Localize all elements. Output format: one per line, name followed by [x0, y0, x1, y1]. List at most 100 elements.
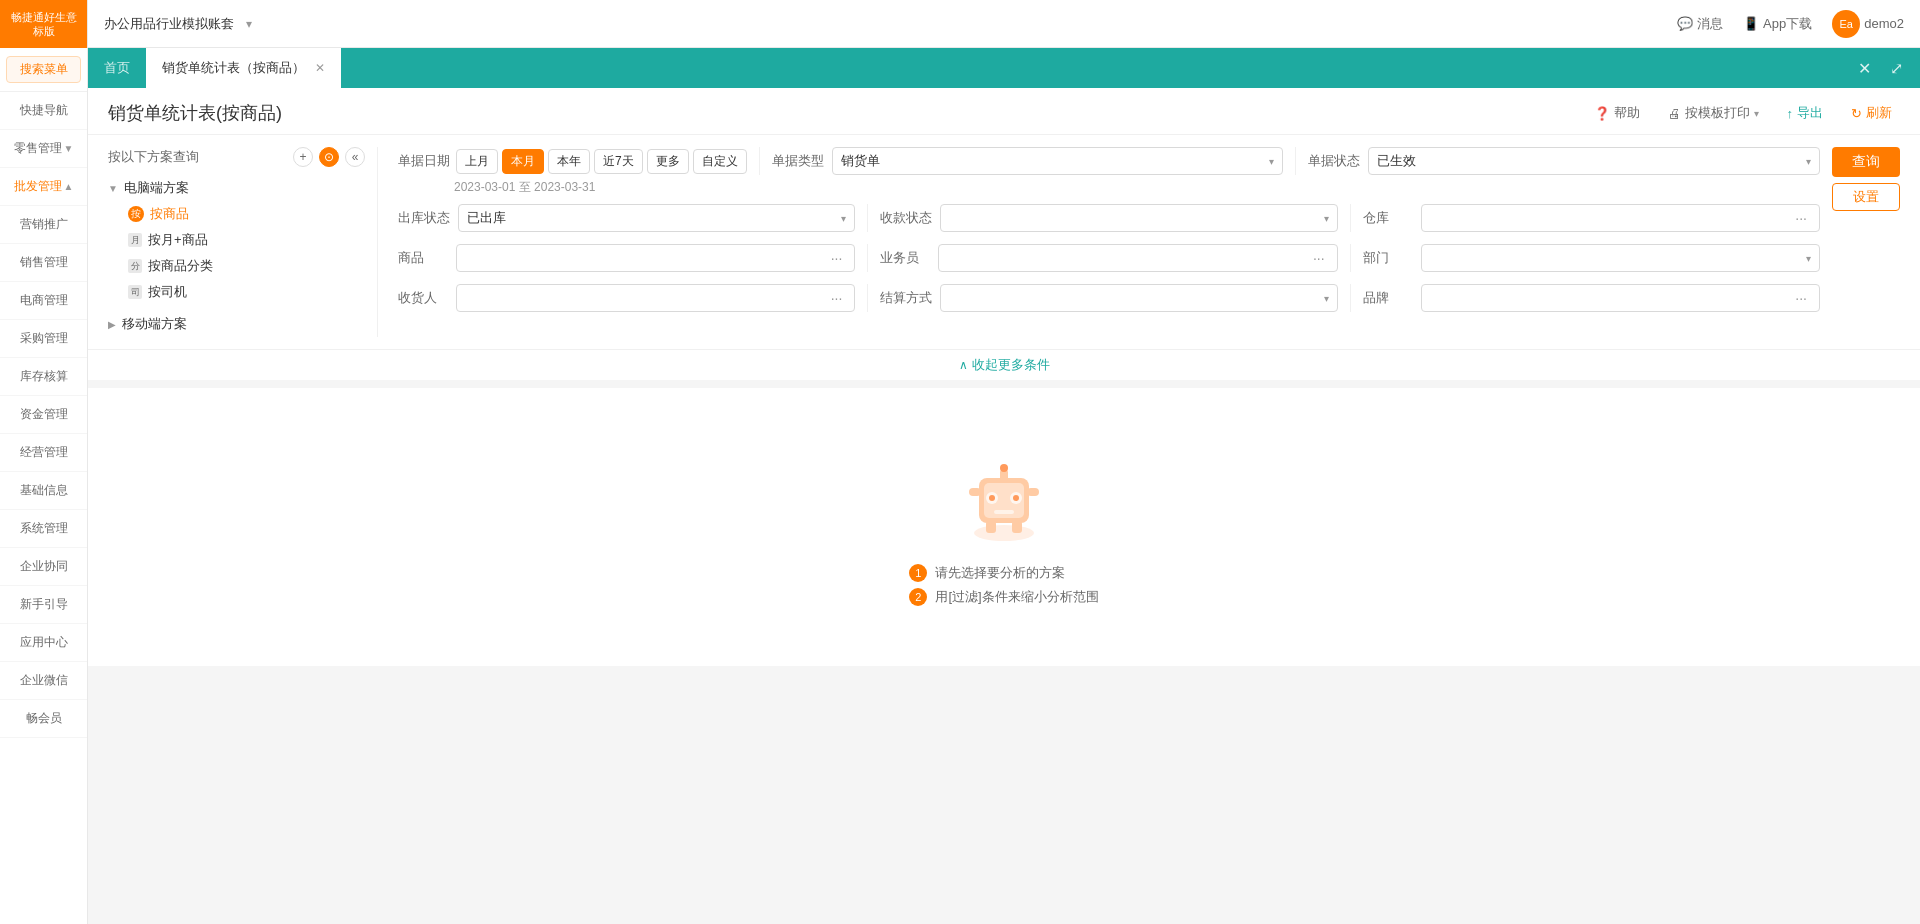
- sidebar-item-basic[interactable]: 基础信息: [0, 472, 87, 510]
- divider-2: [1295, 147, 1296, 175]
- sidebar-item-system[interactable]: 系统管理: [0, 510, 87, 548]
- tab-home-label: 首页: [104, 59, 130, 77]
- edit-scheme-btn[interactable]: ⊙: [319, 147, 339, 167]
- payment-status-select[interactable]: ▾: [940, 204, 1337, 232]
- sidebar-item-wholesale[interactable]: 批发管理▲: [0, 168, 87, 206]
- date-btn-this-year[interactable]: 本年: [548, 149, 590, 174]
- sidebar-item-purchase[interactable]: 采购管理: [0, 320, 87, 358]
- print-icon: 🖨: [1668, 106, 1681, 121]
- print-btn[interactable]: 🖨 按模板打印 ▾: [1660, 100, 1767, 126]
- refresh-btn[interactable]: ↻ 刷新: [1843, 100, 1900, 126]
- date-btn-last-month[interactable]: 上月: [456, 149, 498, 174]
- sidebar: 畅捷通好生意 标版 搜索菜单 快捷导航 零售管理▼ 批发管理▲ 营销推广 销售管…: [0, 0, 88, 924]
- search-menu-button[interactable]: 搜索菜单: [6, 56, 81, 83]
- tab-expand-btn[interactable]: ⤢: [1884, 56, 1908, 80]
- date-btn-7days[interactable]: 近7天: [594, 149, 643, 174]
- tree-item-by-product[interactable]: 按 按商品: [128, 201, 365, 227]
- payment-method-arrow-icon: ▾: [1324, 293, 1329, 304]
- sidebar-item-guide[interactable]: 新手引导: [0, 586, 87, 624]
- filter-fields-area: 单据日期 上月 本月 本年 近7天 更多 自定义: [398, 147, 1820, 324]
- app-download-label: App下载: [1763, 15, 1812, 33]
- doc-type-select[interactable]: 销货单 ▾: [832, 147, 1284, 175]
- brand-dots[interactable]: ···: [1791, 290, 1811, 306]
- tabbar: 首页 销货单统计表（按商品） ✕ ✕ ⤢: [88, 48, 1920, 88]
- dept-arrow-icon: ▾: [1806, 253, 1811, 264]
- staff-input[interactable]: ···: [938, 244, 1337, 272]
- add-scheme-btn[interactable]: +: [293, 147, 313, 167]
- doc-type-arrow-icon: ▾: [1269, 156, 1274, 167]
- dept-select[interactable]: ▾: [1421, 244, 1820, 272]
- tab-close-icon[interactable]: ✕: [315, 61, 325, 75]
- date-btn-more[interactable]: 更多: [647, 149, 689, 174]
- help-icon: ❓: [1594, 106, 1610, 121]
- user-menu-btn[interactable]: Ea demo2: [1832, 10, 1904, 38]
- empty-tips: 1 请先选择要分析的方案 2 用[过滤]条件来缩小分析范围: [909, 564, 1098, 606]
- tabbar-actions: ✕ ⤢: [1852, 56, 1920, 80]
- collapse-arrow-icon: ∧: [959, 358, 968, 372]
- doc-status-arrow-icon: ▾: [1806, 156, 1811, 167]
- collapse-bar[interactable]: ∧ 收起更多条件: [88, 349, 1920, 380]
- help-label: 帮助: [1614, 104, 1640, 122]
- sidebar-item-inventory[interactable]: 库存核算: [0, 358, 87, 396]
- tree-mobile-label: 移动端方案: [122, 315, 187, 333]
- app-download-btn[interactable]: 📱 App下载: [1743, 15, 1812, 33]
- sidebar-item-marketing[interactable]: 营销推广: [0, 206, 87, 244]
- warehouse-input[interactable]: ···: [1421, 204, 1820, 232]
- filter-left-header: 按以下方案查询 + ⊙ «: [108, 147, 365, 167]
- message-btn[interactable]: 💬 消息: [1677, 15, 1723, 33]
- tree-mobile-arrow-icon: ▶: [108, 319, 116, 330]
- sidebar-item-app[interactable]: 应用中心: [0, 624, 87, 662]
- collapse-left-btn[interactable]: «: [345, 147, 365, 167]
- tab-sales-stat[interactable]: 销货单统计表（按商品） ✕: [146, 48, 341, 88]
- export-icon: ↑: [1787, 106, 1794, 121]
- out-status-select[interactable]: 已出库 ▾: [458, 204, 855, 232]
- brand-label: 品牌: [1363, 289, 1413, 307]
- receiver-dots[interactable]: ···: [827, 290, 847, 306]
- sidebar-item-operation[interactable]: 经营管理: [0, 434, 87, 472]
- logo-text: 畅捷通好生意 标版: [11, 10, 77, 39]
- tree-item-by-product-label: 按商品: [150, 205, 189, 223]
- doc-type-label: 单据类型: [772, 152, 824, 170]
- date-btn-this-month[interactable]: 本月: [502, 149, 544, 174]
- filter-left-icons: + ⊙ «: [293, 147, 365, 167]
- set-button[interactable]: 设置: [1832, 183, 1900, 211]
- sidebar-item-member[interactable]: 畅会员: [0, 700, 87, 738]
- tree-item-by-month-product[interactable]: 月 按月+商品: [128, 227, 365, 253]
- tree-desktop-parent[interactable]: ▼ 电脑端方案: [108, 175, 365, 201]
- doc-status-select[interactable]: 已生效 ▾: [1368, 147, 1820, 175]
- sidebar-search-area: 搜索菜单: [0, 48, 87, 92]
- sidebar-item-sales[interactable]: 销售管理: [0, 244, 87, 282]
- brand-input[interactable]: ···: [1421, 284, 1820, 312]
- goods-input[interactable]: ···: [456, 244, 855, 272]
- receiver-input[interactable]: ···: [456, 284, 855, 312]
- warehouse-dots[interactable]: ···: [1791, 210, 1811, 226]
- date-btn-custom[interactable]: 自定义: [693, 149, 747, 174]
- svg-point-0: [974, 525, 1034, 541]
- tab-close-all-btn[interactable]: ✕: [1852, 56, 1876, 80]
- topbar-dropdown-icon[interactable]: ▾: [246, 17, 252, 31]
- sidebar-item-retail[interactable]: 零售管理▼: [0, 130, 87, 168]
- page-content: 销货单统计表(按商品) ❓ 帮助 🖨 按模板打印 ▾ ↑ 导出 ↻ 刷新: [88, 88, 1920, 924]
- sidebar-item-shortcut[interactable]: 快捷导航: [0, 92, 87, 130]
- sidebar-item-wechat[interactable]: 企业微信: [0, 662, 87, 700]
- tree-item-by-category[interactable]: 分 按商品分类: [128, 253, 365, 279]
- staff-dots[interactable]: ···: [1309, 250, 1329, 266]
- sidebar-item-finance[interactable]: 资金管理: [0, 396, 87, 434]
- query-button[interactable]: 查询: [1832, 147, 1900, 177]
- tree-mobile-parent[interactable]: ▶ 移动端方案: [108, 311, 365, 337]
- sidebar-item-ecommerce[interactable]: 电商管理: [0, 282, 87, 320]
- tree-item-by-company[interactable]: 司 按司机: [128, 279, 365, 305]
- help-btn[interactable]: ❓ 帮助: [1586, 100, 1648, 126]
- empty-tip-1: 1 请先选择要分析的方案: [909, 564, 1098, 582]
- sidebar-item-enterprise[interactable]: 企业协同: [0, 548, 87, 586]
- dept-field: 部门 ▾: [1363, 244, 1820, 272]
- export-btn[interactable]: ↑ 导出: [1779, 100, 1832, 126]
- page-actions: ❓ 帮助 🖨 按模板打印 ▾ ↑ 导出 ↻ 刷新: [1586, 100, 1901, 126]
- tab-home[interactable]: 首页: [88, 48, 146, 88]
- filter-row-2: 出库状态 已出库 ▾ 收款状态: [398, 204, 1820, 232]
- divider-7: [867, 284, 868, 312]
- payment-method-select[interactable]: ▾: [940, 284, 1337, 312]
- date-field: 单据日期 上月 本月 本年 近7天 更多 自定义: [398, 149, 747, 174]
- svg-rect-11: [1027, 488, 1039, 496]
- goods-dots[interactable]: ···: [827, 250, 847, 266]
